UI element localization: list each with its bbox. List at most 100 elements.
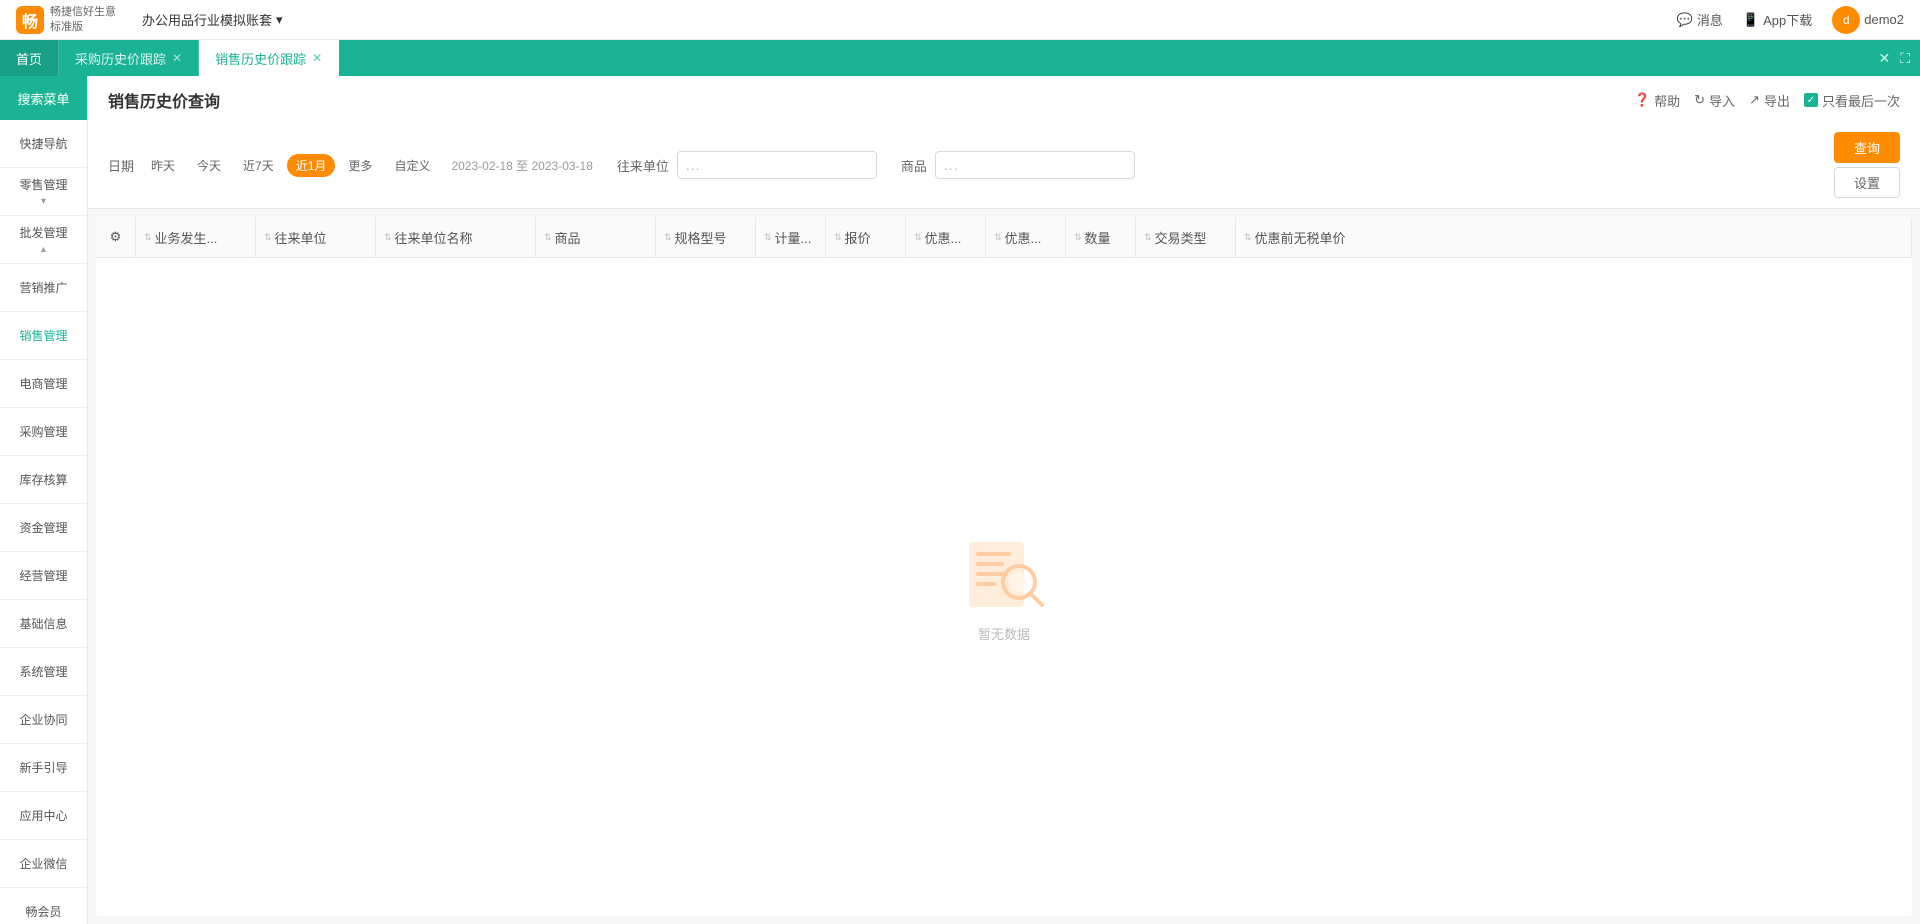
sort-icon: ⇅ [1144, 232, 1152, 243]
logo-area: 畅 畅捷信好生意 标准版 [16, 5, 116, 34]
close-purchase-tab-icon[interactable]: ✕ [172, 51, 182, 65]
import-action[interactable]: ↻ 导入 [1694, 91, 1735, 110]
tabbar-actions: ✕ ⛶ [1868, 40, 1920, 76]
message-action[interactable]: 💬 消息 [1677, 10, 1723, 29]
th-discount2[interactable]: ⇅ 优惠... [986, 217, 1066, 257]
avatar: d [1832, 6, 1860, 34]
sidebar-item-retail[interactable]: 零售管理 ▾ [0, 168, 87, 216]
no-data-svg [954, 532, 1054, 612]
sort-icon: ⇅ [144, 232, 152, 243]
logo-icon: 畅 [16, 6, 44, 34]
sidebar-item-wechat[interactable]: 企业微信 [0, 840, 87, 888]
empty-state: 暂无数据 [96, 258, 1912, 916]
th-unit-code[interactable]: ⇅ 往来单位 [256, 217, 376, 257]
maximize-button[interactable]: ⛶ [1900, 50, 1910, 67]
sidebar-item-quick-nav[interactable]: 快捷导航 [0, 120, 87, 168]
tab-sales-history[interactable]: 销售历史价跟踪 ✕ [199, 40, 339, 76]
sort-icon: ⇅ [764, 232, 772, 243]
date-btn-1month[interactable]: 近1月 [287, 154, 336, 177]
tabbar: 首页 采购历史价跟踪 ✕ 销售历史价跟踪 ✕ ✕ ⛶ [0, 40, 1920, 76]
th-unit-name[interactable]: ⇅ 往来单位名称 [376, 217, 536, 257]
unit-input[interactable]: ... [677, 151, 877, 179]
app-download-action[interactable]: 📱 App下载 [1743, 10, 1812, 29]
settings-button[interactable]: 设置 [1834, 167, 1900, 198]
sidebar: 搜索菜单 快捷导航 零售管理 ▾ 批发管理 ▴ 营销推广 销售管理 电商管理 采… [0, 76, 88, 924]
export-action[interactable]: ↗ 导出 [1749, 91, 1790, 110]
page-title: 销售历史价查询 [108, 88, 220, 112]
close-tab-button[interactable]: ✕ [1878, 50, 1890, 67]
product-input[interactable]: ... [935, 151, 1135, 179]
tab-purchase-history[interactable]: 采购历史价跟踪 ✕ [59, 40, 199, 76]
sidebar-item-guide[interactable]: 新手引导 [0, 744, 87, 792]
sort-icon: ⇅ [1074, 232, 1082, 243]
unit-filter-group: 往来单位 ... [617, 151, 877, 179]
sort-icon: ⇅ [1244, 232, 1252, 243]
close-sales-tab-icon[interactable]: ✕ [312, 51, 322, 65]
sidebar-item-sales[interactable]: 销售管理 [0, 312, 87, 360]
chevron-down-icon: ▾ [41, 196, 46, 207]
th-business-date[interactable]: ⇅ 业务发生... [136, 217, 256, 257]
help-action[interactable]: ❓ 帮助 [1634, 91, 1680, 110]
filter-row: 日期 昨天 今天 近7天 近1月 更多 自定义 2023-02-18 至 202… [108, 122, 1900, 208]
content-area: 销售历史价查询 ❓ 帮助 ↻ 导入 ↗ 导出 ✓ [88, 76, 1920, 924]
tab-home[interactable]: 首页 [0, 40, 59, 76]
topbar-left: 畅 畅捷信好生意 标准版 办公用品行业模拟账套 ▾ [16, 5, 283, 34]
th-spec[interactable]: ⇅ 规格型号 [656, 217, 756, 257]
logo-text: 畅捷信好生意 标准版 [50, 5, 116, 34]
sidebar-item-ecommerce[interactable]: 电商管理 [0, 360, 87, 408]
sort-icon: ⇅ [544, 232, 552, 243]
date-btn-7days[interactable]: 近7天 [234, 154, 283, 177]
th-unit-measure[interactable]: ⇅ 计量... [756, 217, 826, 257]
sort-icon: ⇅ [994, 232, 1002, 243]
date-btn-more[interactable]: 更多 [339, 154, 381, 177]
sidebar-item-operations[interactable]: 经营管理 [0, 552, 87, 600]
gear-icon: ⚙ [110, 229, 122, 245]
sidebar-item-basic[interactable]: 基础信息 [0, 600, 87, 648]
sidebar-item-wholesale[interactable]: 批发管理 ▴ [0, 216, 87, 264]
date-btn-custom[interactable]: 自定义 [385, 154, 439, 177]
message-icon: 💬 [1677, 12, 1693, 28]
th-trade-type[interactable]: ⇅ 交易类型 [1136, 217, 1236, 257]
user-action[interactable]: d demo2 [1832, 6, 1904, 34]
th-quote-price[interactable]: ⇅ 报价 [826, 217, 906, 257]
sidebar-item-cooperation[interactable]: 企业协同 [0, 696, 87, 744]
th-pretax-price[interactable]: ⇅ 优惠前无税单价 [1236, 217, 1912, 257]
page-header: 销售历史价查询 ❓ 帮助 ↻ 导入 ↗ 导出 ✓ [88, 76, 1920, 209]
unit-label: 往来单位 [617, 156, 669, 175]
sidebar-item-member[interactable]: 畅会员 [0, 888, 87, 924]
th-discount1[interactable]: ⇅ 优惠... [906, 217, 986, 257]
empty-text: 暂无数据 [978, 624, 1030, 643]
sort-icon: ⇅ [914, 232, 922, 243]
date-buttons: 昨天 今天 近7天 近1月 更多 自定义 [142, 154, 439, 177]
date-btn-yesterday[interactable]: 昨天 [142, 154, 184, 177]
date-range-display: 2023-02-18 至 2023-03-18 [451, 157, 592, 174]
sidebar-item-app-center[interactable]: 应用中心 [0, 792, 87, 840]
topbar-right: 💬 消息 📱 App下载 d demo2 [1677, 6, 1904, 34]
sort-icon: ⇅ [384, 232, 392, 243]
import-icon: ↻ [1694, 92, 1705, 108]
app-icon: 📱 [1743, 12, 1759, 28]
query-button[interactable]: 查询 [1834, 132, 1900, 163]
th-quantity[interactable]: ⇅ 数量 [1066, 217, 1136, 257]
sidebar-item-inventory[interactable]: 库存核算 [0, 456, 87, 504]
sidebar-item-finance[interactable]: 资金管理 [0, 504, 87, 552]
empty-illustration [954, 532, 1054, 612]
product-filter-group: 商品 ... [901, 151, 1135, 179]
sort-icon: ⇅ [664, 232, 672, 243]
th-settings[interactable]: ⚙ [96, 217, 136, 257]
date-btn-today[interactable]: 今天 [188, 154, 230, 177]
sidebar-item-marketing[interactable]: 营销推广 [0, 264, 87, 312]
date-label: 日期 [108, 156, 134, 175]
date-filter-group: 日期 昨天 今天 近7天 近1月 更多 自定义 2023-02-18 至 202… [108, 154, 593, 177]
sidebar-item-search[interactable]: 搜索菜单 [0, 76, 87, 120]
checkbox-icon: ✓ [1804, 93, 1818, 107]
th-product[interactable]: ⇅ 商品 [536, 217, 656, 257]
query-action-group: 查询 设置 [1834, 132, 1900, 198]
company-select[interactable]: 办公用品行业模拟账套 ▾ [142, 10, 283, 29]
sidebar-item-purchase[interactable]: 采购管理 [0, 408, 87, 456]
sidebar-item-system[interactable]: 系统管理 [0, 648, 87, 696]
chevron-up-icon: ▴ [41, 244, 46, 255]
table-area: ⚙ ⇅ 业务发生... ⇅ 往来单位 ⇅ 往来单位名称 ⇅ 商品 [96, 217, 1912, 916]
only-last-checkbox[interactable]: ✓ 只看最后一次 [1804, 91, 1900, 110]
help-icon: ❓ [1634, 92, 1650, 108]
